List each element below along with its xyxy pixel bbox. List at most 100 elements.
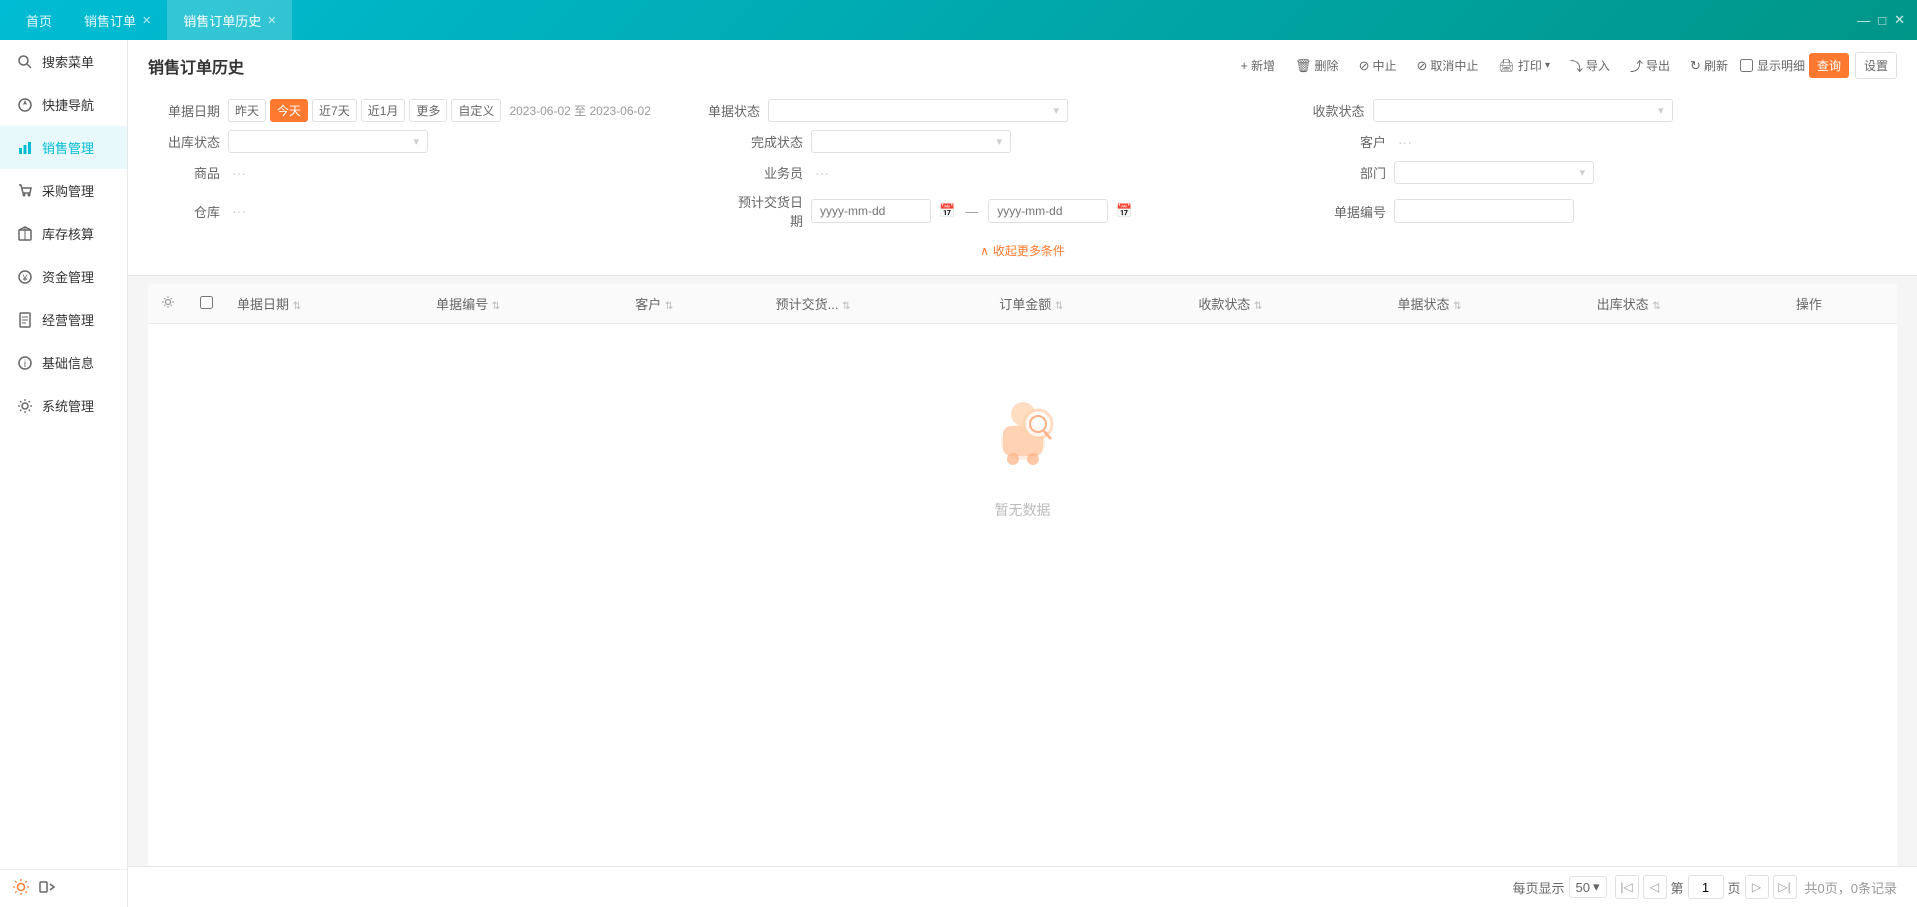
date-yesterday-btn[interactable]: 昨天 bbox=[228, 99, 266, 122]
page-next-btn[interactable]: ▷ bbox=[1745, 875, 1769, 899]
cancel-stop-button[interactable]: ⊘ 取消中止 bbox=[1408, 53, 1486, 78]
window-maximize-icon[interactable]: □ bbox=[1878, 13, 1886, 28]
col-payment-status-label: 收款状态 bbox=[1198, 297, 1250, 312]
cancel-stop-button-label: 取消中止 bbox=[1430, 57, 1478, 74]
sidebar-item-basic[interactable]: i 基础信息 bbox=[0, 341, 127, 384]
stop-button-label: 中止 bbox=[1372, 57, 1396, 74]
page-input[interactable] bbox=[1688, 875, 1724, 899]
sidebar-item-operations[interactable]: 经营管理 bbox=[0, 298, 127, 341]
settings-button-label: 设置 bbox=[1864, 57, 1888, 74]
col-docno[interactable]: 单据编号 ⇅ bbox=[424, 284, 623, 324]
product-label: 商品 bbox=[148, 163, 228, 182]
toolbar: + 新增 🗑 删除 ⊘ 中止 ⊘ 取消中止 bbox=[1232, 52, 1897, 79]
date-custom-btn[interactable]: 自定义 bbox=[451, 99, 501, 122]
customer-dots[interactable]: ··· bbox=[1394, 134, 1416, 150]
product-col: ··· bbox=[228, 165, 731, 181]
page-prev-btn[interactable]: ◁ bbox=[1643, 875, 1667, 899]
date-1month-btn[interactable]: 近1月 bbox=[361, 99, 406, 122]
tab-sales-history[interactable]: 销售订单历史 ✕ bbox=[167, 0, 292, 40]
order-status-select[interactable]: ▾ bbox=[768, 99, 1068, 122]
sidebar-settings-icon[interactable] bbox=[12, 878, 30, 899]
date-more-btn[interactable]: 更多 bbox=[409, 99, 447, 122]
col-delivery[interactable]: 预计交货... ⇅ bbox=[764, 284, 988, 324]
export-icon: ⤴ bbox=[1630, 56, 1643, 75]
import-button[interactable]: ⤵ 导入 bbox=[1562, 52, 1618, 79]
col-settings[interactable] bbox=[148, 284, 188, 324]
sidebar-item-purchase-label: 采购管理 bbox=[42, 181, 94, 200]
print-arrow-icon: ▾ bbox=[1545, 60, 1550, 71]
svg-text:i: i bbox=[24, 359, 26, 370]
sidebar-item-basic-label: 基础信息 bbox=[42, 353, 94, 372]
col-customer[interactable]: 客户 ⇅ bbox=[623, 284, 763, 324]
sidebar-item-inventory-label: 库存核算 bbox=[42, 224, 94, 243]
salesperson-col: ··· bbox=[811, 165, 1314, 181]
doc-number-input[interactable] bbox=[1394, 199, 1574, 223]
window-close-icon[interactable]: ✕ bbox=[1894, 12, 1905, 28]
warehouse-dots[interactable]: ··· bbox=[228, 203, 250, 219]
page-size-select: 每页显示 50 ▾ bbox=[1512, 876, 1606, 898]
col-date[interactable]: 单据日期 ⇅ bbox=[225, 284, 424, 324]
filter-row-1: 单据日期 昨天 今天 近7天 近1月 更多 自定义 2023-06-02 至 2… bbox=[148, 99, 1897, 122]
col-amount[interactable]: 订单金额 ⇅ bbox=[987, 284, 1186, 324]
sidebar-item-inventory[interactable]: 库存核算 bbox=[0, 212, 127, 255]
settings-button[interactable]: 设置 bbox=[1855, 52, 1897, 79]
delivery-date-to[interactable] bbox=[988, 199, 1108, 223]
payment-status-select[interactable]: ▾ bbox=[1373, 99, 1673, 122]
sidebar-item-sales[interactable]: 销售管理 bbox=[0, 126, 127, 169]
close-sales-order-icon[interactable]: ✕ bbox=[142, 14, 151, 27]
sidebar-item-finance[interactable]: ¥ 资金管理 bbox=[0, 255, 127, 298]
sidebar-collapse-icon[interactable] bbox=[38, 878, 56, 899]
select-all-checkbox[interactable] bbox=[200, 296, 213, 309]
customer-col: ··· bbox=[1394, 134, 1897, 150]
print-button[interactable]: 🖨 打印 ▾ bbox=[1490, 53, 1558, 78]
sidebar-item-system[interactable]: 系统管理 bbox=[0, 384, 127, 427]
product-dots[interactable]: ··· bbox=[228, 165, 250, 181]
outbound-status-col: ▾ bbox=[228, 130, 731, 153]
export-button[interactable]: ⤴ 导出 bbox=[1622, 52, 1678, 79]
col-order-status[interactable]: 单据状态 ⇅ bbox=[1386, 284, 1585, 324]
stop-button[interactable]: ⊘ 中止 bbox=[1351, 53, 1405, 78]
sidebar-item-search[interactable]: 搜索菜单 bbox=[0, 40, 127, 83]
tab-sales-order[interactable]: 销售订单 ✕ bbox=[68, 0, 167, 40]
col-payment-status[interactable]: 收款状态 ⇅ bbox=[1186, 284, 1385, 324]
refresh-button[interactable]: ↻ 刷新 bbox=[1682, 53, 1736, 78]
close-sales-history-icon[interactable]: ✕ bbox=[267, 14, 276, 27]
display-toggle-checkbox[interactable] bbox=[1740, 59, 1753, 72]
page-header: 销售订单历史 + 新增 🗑 删除 ⊘ 中止 ⊘ bbox=[128, 40, 1917, 276]
tab-home[interactable]: 首页 bbox=[10, 0, 68, 40]
display-toggle-label: 显示明细 bbox=[1757, 57, 1805, 74]
filter-row-4: 仓库 ··· 预计交货日期 📅 — 📅 单据编号 bbox=[148, 192, 1897, 230]
delete-button[interactable]: 🗑 删除 bbox=[1287, 53, 1347, 78]
query-button-label: 查询 bbox=[1817, 57, 1841, 74]
collapse-row[interactable]: ∧ 收起更多条件 bbox=[148, 238, 1897, 263]
filter-row-3: 商品 ··· 业务员 ··· 部门 ▾ bbox=[148, 161, 1897, 184]
col-outbound-status-label: 出库状态 bbox=[1597, 297, 1649, 312]
outbound-status-select[interactable]: ▾ bbox=[228, 130, 428, 153]
page-size-box[interactable]: 50 ▾ bbox=[1569, 876, 1607, 898]
sidebar-item-quicknav[interactable]: 快捷导航 bbox=[0, 83, 127, 126]
col-operations-label: 操作 bbox=[1796, 297, 1822, 312]
stop-icon: ⊘ bbox=[1359, 58, 1370, 74]
calendar-from-icon[interactable]: 📅 bbox=[939, 203, 955, 219]
page-last-btn[interactable]: ▷| bbox=[1773, 875, 1797, 899]
salesperson-dots[interactable]: ··· bbox=[811, 165, 833, 181]
complete-status-select[interactable]: ▾ bbox=[811, 130, 1011, 153]
col-outbound-status[interactable]: 出库状态 ⇅ bbox=[1585, 284, 1784, 324]
page-size-arrow-icon: ▾ bbox=[1593, 879, 1600, 895]
query-button[interactable]: 查询 bbox=[1809, 53, 1849, 78]
new-button[interactable]: + 新增 bbox=[1232, 53, 1283, 78]
table-footer: 每页显示 50 ▾ |◁ ◁ 第 页 ▷ ▷| 共0页，0条记录 bbox=[128, 866, 1917, 907]
date-7days-btn[interactable]: 近7天 bbox=[312, 99, 357, 122]
chart-icon bbox=[16, 139, 34, 157]
delivery-date-from[interactable] bbox=[811, 199, 931, 223]
outbound-status-arrow-icon: ▾ bbox=[413, 135, 419, 148]
col-checkbox[interactable] bbox=[188, 284, 225, 324]
new-button-label: 新增 bbox=[1251, 57, 1275, 74]
department-select[interactable]: ▾ bbox=[1394, 161, 1594, 184]
date-today-btn[interactable]: 今天 bbox=[270, 99, 308, 122]
calendar-to-icon[interactable]: 📅 bbox=[1116, 203, 1132, 219]
window-minimize-icon[interactable]: — bbox=[1857, 13, 1870, 28]
date-filter-value: 昨天 今天 近7天 近1月 更多 自定义 2023-06-02 至 2023-0… bbox=[228, 99, 688, 122]
page-first-btn[interactable]: |◁ bbox=[1615, 875, 1639, 899]
sidebar-item-purchase[interactable]: 采购管理 bbox=[0, 169, 127, 212]
